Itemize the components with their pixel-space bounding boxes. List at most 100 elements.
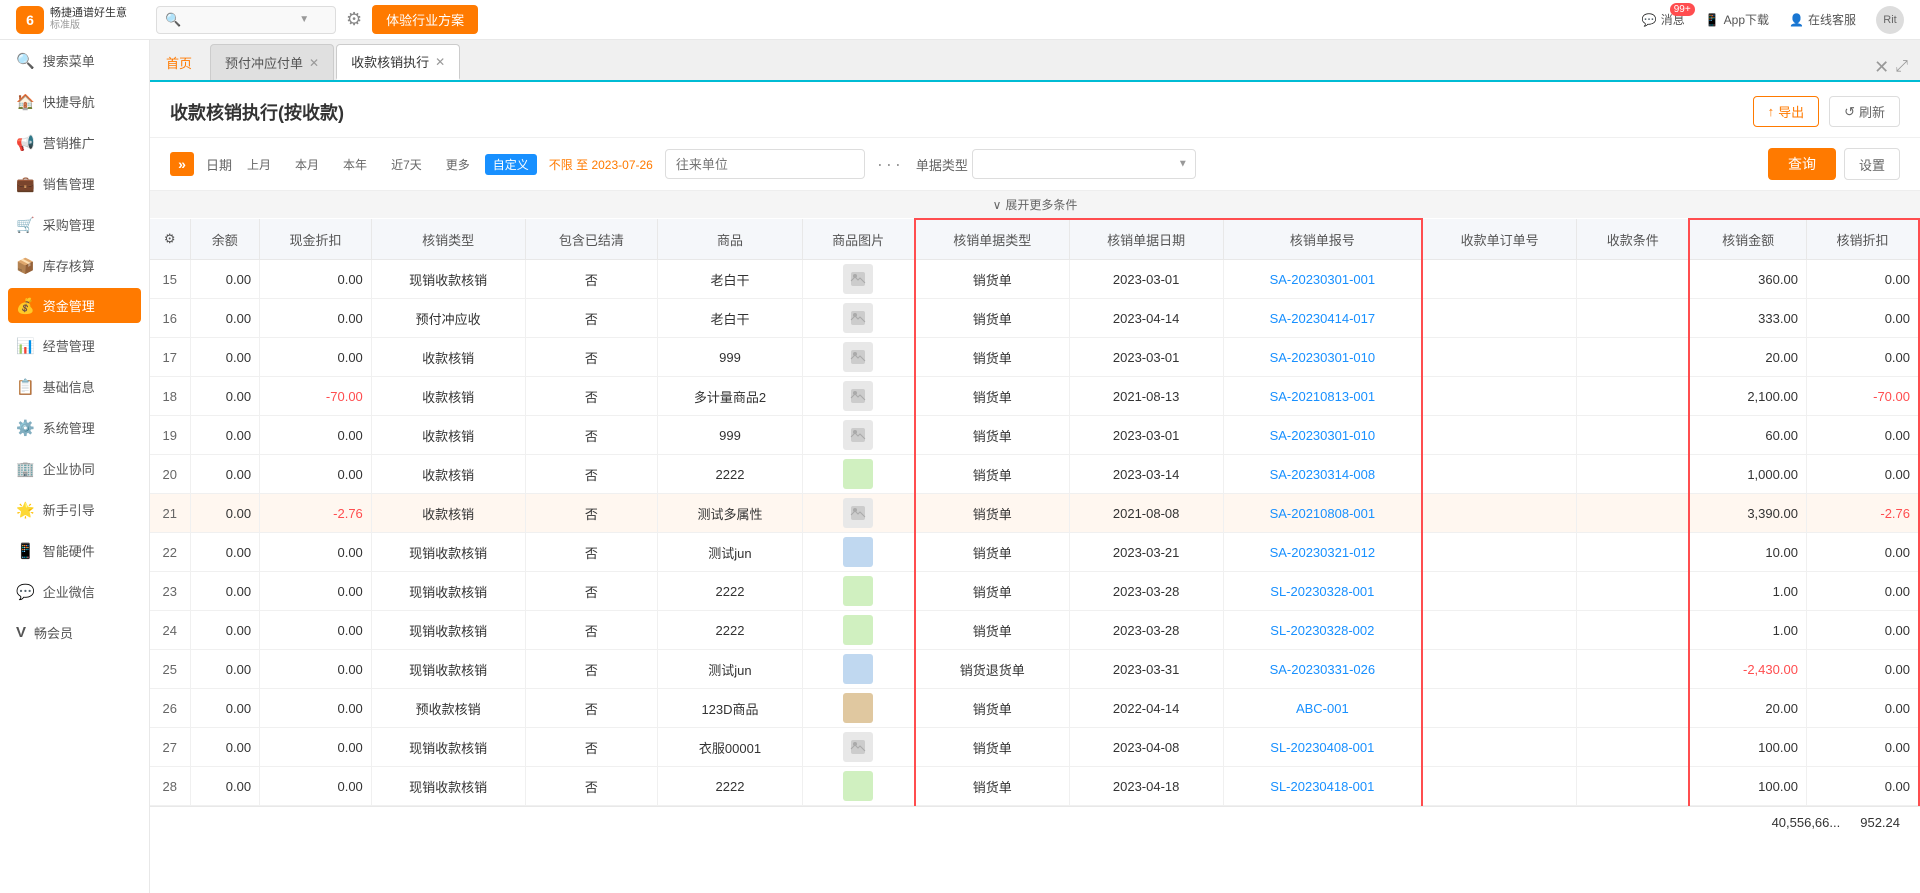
row-writeoff-type: 现销收款核销: [371, 650, 525, 689]
tab-collection-close[interactable]: ✕: [435, 55, 445, 69]
row-include-settled: 否: [525, 494, 658, 533]
tab-home[interactable]: 首页: [150, 44, 208, 80]
row-include-settled: 否: [525, 416, 658, 455]
bill-type-select[interactable]: [972, 149, 1196, 179]
row-writeoff-bill-no[interactable]: SA-20230314-008: [1223, 455, 1422, 494]
filter-expand-button[interactable]: »: [170, 152, 194, 176]
date-last-7days-btn[interactable]: 近7天: [382, 153, 431, 176]
row-balance: 0.00: [190, 377, 260, 416]
row-writeoff-bill-no[interactable]: SA-20230301-010: [1223, 338, 1422, 377]
sidebar-item-quick-nav[interactable]: 🏠 快捷导航: [0, 81, 149, 122]
expand-more-bar: ∨ 展开更多条件: [150, 191, 1920, 218]
sidebar-item-base-info[interactable]: 📋 基础信息: [0, 366, 149, 407]
service-icon: 👤: [1789, 13, 1804, 27]
row-writeoff-amount: 360.00: [1689, 260, 1806, 299]
sidebar-item-finance[interactable]: 💰 资金管理: [8, 288, 141, 323]
sidebar-item-enterprise[interactable]: 🏢 企业协同: [0, 448, 149, 489]
col-goods-header: 商品: [658, 219, 802, 260]
date-custom-badge[interactable]: 自定义: [485, 154, 537, 175]
row-writeoff-bill-date: 2023-04-14: [1069, 299, 1223, 338]
row-writeoff-bill-no[interactable]: SA-20230301-001: [1223, 260, 1422, 299]
row-writeoff-discount: 0.00: [1806, 767, 1919, 806]
row-cash-discount: 0.00: [260, 455, 372, 494]
expand-more-button[interactable]: ∨ 展开更多条件: [993, 196, 1078, 213]
row-writeoff-bill-no[interactable]: SA-20210813-001: [1223, 377, 1422, 416]
search-input[interactable]: [185, 13, 295, 27]
table-row: 16 0.00 0.00 预付冲应收 否 老白干 销货单 2023-04-14 …: [150, 299, 1919, 338]
search-box[interactable]: 🔍 ▼: [156, 6, 336, 34]
row-writeoff-bill-no[interactable]: SA-20230414-017: [1223, 299, 1422, 338]
sidebar-item-purchase[interactable]: 🛒 采购管理: [0, 204, 149, 245]
row-writeoff-amount: 20.00: [1689, 689, 1806, 728]
row-writeoff-bill-no[interactable]: SL-20230328-001: [1223, 572, 1422, 611]
row-receipt-order-no: [1422, 611, 1577, 650]
sidebar-item-smart-hw[interactable]: 📱 智能硬件: [0, 530, 149, 571]
row-writeoff-discount: 0.00: [1806, 260, 1919, 299]
query-button[interactable]: 查询: [1768, 148, 1836, 180]
table-row: 27 0.00 0.00 现销收款核销 否 衣服00001 销货单 2023-0…: [150, 728, 1919, 767]
row-writeoff-amount: 1.00: [1689, 611, 1806, 650]
chevron-down-icon: ∨: [993, 198, 1002, 212]
online-service-button[interactable]: 👤 在线客服: [1789, 11, 1856, 28]
sidebar-item-wechat[interactable]: 💬 企业微信: [0, 571, 149, 612]
sidebar-item-operation[interactable]: 📊 经营管理: [0, 325, 149, 366]
date-last-month-btn[interactable]: 上月: [238, 153, 280, 176]
user-avatar[interactable]: Rit: [1876, 6, 1904, 34]
sidebar-item-vip[interactable]: V 畅会员: [0, 612, 149, 653]
row-cash-discount: 0.00: [260, 689, 372, 728]
row-writeoff-bill-no[interactable]: SL-20230418-001: [1223, 767, 1422, 806]
row-writeoff-bill-no[interactable]: SA-20210808-001: [1223, 494, 1422, 533]
date-this-year-btn[interactable]: 本年: [334, 153, 376, 176]
row-receipt-order-no: [1422, 689, 1577, 728]
row-writeoff-bill-no[interactable]: ABC-001: [1223, 689, 1422, 728]
sidebar-item-sales[interactable]: 💼 销售管理: [0, 163, 149, 204]
sidebar-item-inventory[interactable]: 📦 库存核算: [0, 245, 149, 286]
row-writeoff-bill-date: 2023-03-28: [1069, 572, 1223, 611]
row-writeoff-bill-type: 销货单: [915, 377, 1070, 416]
row-writeoff-bill-no[interactable]: SL-20230328-002: [1223, 611, 1422, 650]
row-writeoff-bill-no[interactable]: SL-20230408-001: [1223, 728, 1422, 767]
tab-collection[interactable]: 收款核销执行 ✕: [336, 44, 460, 80]
tab-prepay-close[interactable]: ✕: [309, 56, 319, 70]
app-download-button[interactable]: 📱 App下载: [1705, 11, 1769, 28]
settings-icon[interactable]: ⚙: [164, 231, 176, 246]
row-writeoff-bill-type: 销货单: [915, 260, 1070, 299]
sidebar-item-search-menu[interactable]: 🔍 搜索菜单: [0, 40, 149, 81]
row-goods-image: [802, 767, 915, 806]
row-include-settled: 否: [525, 299, 658, 338]
export-button[interactable]: ↑ 导出: [1753, 96, 1820, 127]
col-settings-header[interactable]: ⚙: [150, 219, 190, 260]
tab-fullscreen-button[interactable]: ⤢: [1895, 59, 1908, 75]
row-balance: 0.00: [190, 572, 260, 611]
sidebar-item-newbie[interactable]: 🌟 新手引导: [0, 489, 149, 530]
table-row: 26 0.00 0.00 预收款核销 否 123D商品 销货单 2022-04-…: [150, 689, 1919, 728]
setting-button[interactable]: 设置: [1844, 148, 1900, 180]
date-this-month-btn[interactable]: 本月: [286, 153, 328, 176]
table-container[interactable]: ⚙ 余额 现金折扣 核销类型 包含已结清 商品 商品图片 核销单据类型 核销单据…: [150, 218, 1920, 893]
row-goods: 老白干: [658, 260, 802, 299]
row-receipt-order-no: [1422, 494, 1577, 533]
row-receipt-order-no: [1422, 338, 1577, 377]
row-receipt-condition: [1577, 650, 1690, 689]
message-button[interactable]: 💬 消息 99+: [1642, 11, 1685, 28]
table-row: 21 0.00 -2.76 收款核销 否 测试多属性 销货单 2021-08-0…: [150, 494, 1919, 533]
row-no: 22: [150, 533, 190, 572]
sidebar-item-system[interactable]: ⚙️ 系统管理: [0, 407, 149, 448]
row-writeoff-bill-no[interactable]: SA-20230301-010: [1223, 416, 1422, 455]
industry-solution-button[interactable]: 体验行业方案: [372, 5, 478, 34]
row-writeoff-bill-no[interactable]: SA-20230321-012: [1223, 533, 1422, 572]
row-writeoff-bill-no[interactable]: SA-20230331-026: [1223, 650, 1422, 689]
chevron-down-icon[interactable]: ▼: [299, 14, 309, 25]
gear-button[interactable]: ⚙: [346, 9, 362, 30]
from-unit-input[interactable]: [665, 149, 865, 179]
sidebar-item-marketing[interactable]: 📢 营销推广: [0, 122, 149, 163]
row-writeoff-type: 收款核销: [371, 377, 525, 416]
date-more-btn[interactable]: 更多: [437, 153, 479, 176]
inventory-icon: 📦: [16, 257, 35, 275]
tab-prepay[interactable]: 预付冲应付单 ✕: [210, 44, 334, 80]
row-writeoff-bill-type: 销货单: [915, 533, 1070, 572]
tab-close-all-button[interactable]: ✕: [1874, 58, 1889, 76]
col-writeoff-discount-header: 核销折扣: [1806, 219, 1919, 260]
refresh-button[interactable]: ↺ 刷新: [1829, 96, 1900, 127]
row-writeoff-bill-type: 销货单: [915, 767, 1070, 806]
